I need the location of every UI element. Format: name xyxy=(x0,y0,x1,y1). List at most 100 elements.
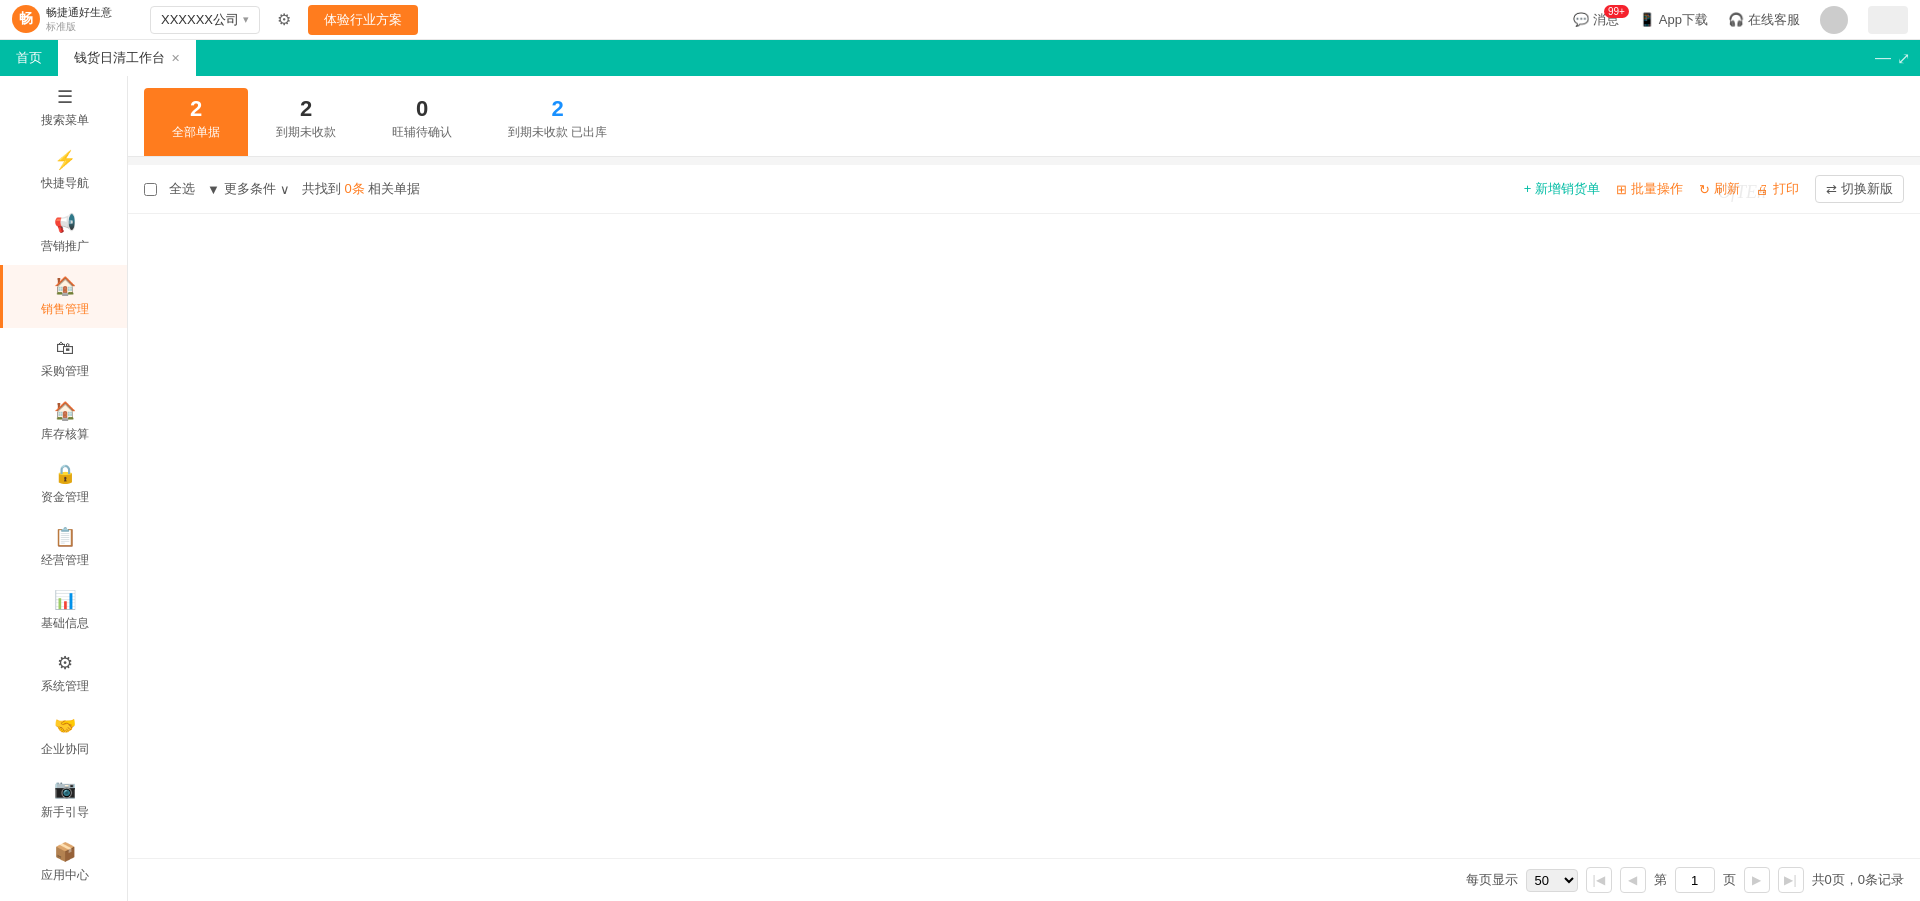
sidebar: ☰ 搜索菜单 ⚡ 快捷导航 📢 营销推广 🏠 销售管理 🛍 采购管理 🏠 库存核… xyxy=(0,76,128,901)
app-center-label: 应用中心 xyxy=(41,867,89,884)
sidebar-item-operations[interactable]: 📋 经营管理 xyxy=(0,516,127,579)
trial-button[interactable]: 体验行业方案 xyxy=(308,5,418,35)
sidebar-item-marketing[interactable]: 📢 营销推广 xyxy=(0,202,127,265)
sidebar-item-finance[interactable]: 🔒 资金管理 xyxy=(0,453,127,516)
home-tab-label: 首页 xyxy=(16,49,42,67)
page-input[interactable] xyxy=(1675,867,1715,893)
company-name: XXXXXX公司 xyxy=(161,11,239,29)
print-button[interactable]: 🖨 打印 xyxy=(1756,180,1799,198)
filter-chevron-icon: ∨ xyxy=(280,182,290,197)
stat-tab-pending[interactable]: 0 旺辅待确认 xyxy=(364,88,480,156)
avatar[interactable] xyxy=(1820,6,1848,34)
system-icon: ⚙ xyxy=(57,652,73,674)
app-download-button[interactable]: 📱 App下载 xyxy=(1639,11,1708,29)
operations-icon: 📋 xyxy=(54,526,76,548)
app-download-label: App下载 xyxy=(1659,11,1708,29)
company-selector[interactable]: XXXXXX公司 ▾ xyxy=(150,6,260,34)
stat-pending-label: 旺辅待确认 xyxy=(392,124,452,141)
found-suffix: 相关单据 xyxy=(368,181,420,196)
add-icon: + 新增销货单 xyxy=(1524,180,1600,198)
filter-button[interactable]: ▼ 更多条件 ∨ xyxy=(207,180,290,198)
quick-nav-icon: ⚡ xyxy=(54,149,76,171)
sidebar-item-guide[interactable]: 📷 新手引导 xyxy=(0,768,127,831)
cooperation-icon: 🤝 xyxy=(54,715,76,737)
maximize-icon[interactable]: ⤢ xyxy=(1897,49,1910,68)
finance-label: 资金管理 xyxy=(41,489,89,506)
print-label: 打印 xyxy=(1773,180,1799,198)
settings-button[interactable]: ⚙ xyxy=(268,4,300,36)
refresh-button[interactable]: ↻ 刷新 xyxy=(1699,180,1740,198)
online-service-button[interactable]: 🎧 在线客服 xyxy=(1728,11,1800,29)
purchase-icon: 🛍 xyxy=(56,338,74,359)
logo-text: 畅捷通好生意 xyxy=(46,5,112,19)
nav-tabs-bar: 首页 钱货日清工作台 ✕ — ⤢ xyxy=(0,40,1920,76)
stat-overdue-label: 到期未收款 xyxy=(276,124,336,141)
last-page-button[interactable]: ▶| xyxy=(1778,867,1804,893)
message-button[interactable]: 💬 消息 99+ xyxy=(1573,11,1619,29)
basic-info-label: 基础信息 xyxy=(41,615,89,632)
search-menu-icon: ☰ xyxy=(57,86,73,108)
stat-shipped-num: 2 xyxy=(552,96,564,122)
guide-icon: 📷 xyxy=(54,778,76,800)
batch-operation-button[interactable]: ⊞ 批量操作 xyxy=(1616,180,1683,198)
stats-tabs: 2 全部单据 2 到期未收款 0 旺辅待确认 2 到期未收款 已出库 xyxy=(128,76,1920,157)
stat-all-label: 全部单据 xyxy=(172,124,220,141)
sidebar-item-weixin[interactable]: 💬 企业微信 xyxy=(0,894,127,901)
sidebar-item-purchase[interactable]: 🛍 采购管理 xyxy=(0,328,127,390)
content-area: 2 全部单据 2 到期未收款 0 旺辅待确认 2 到期未收款 已出库 全选 ▼ … xyxy=(128,76,1920,901)
first-page-button[interactable]: |◀ xyxy=(1586,867,1612,893)
switch-label: 切换新版 xyxy=(1841,180,1893,198)
search-menu-label: 搜索菜单 xyxy=(41,112,89,129)
minimize-icon[interactable]: — xyxy=(1875,49,1891,67)
stat-pending-num: 0 xyxy=(416,96,428,122)
stat-tab-shipped[interactable]: 2 到期未收款 已出库 xyxy=(480,88,635,156)
system-label: 系统管理 xyxy=(41,678,89,695)
sales-icon: 🏠 xyxy=(54,275,76,297)
switch-icon: ⇄ xyxy=(1826,182,1837,197)
pagination-bar: 每页显示 50 100 200 |◀ ◀ 第 页 ▶ ▶| 共0页，0条记录 xyxy=(128,858,1920,901)
next-page-button[interactable]: ▶ xyxy=(1744,867,1770,893)
select-all-label: 全选 xyxy=(169,180,195,198)
sidebar-item-sales[interactable]: 🏠 销售管理 xyxy=(0,265,127,328)
sidebar-item-quick-nav[interactable]: ⚡ 快捷导航 xyxy=(0,139,127,202)
stat-tab-all[interactable]: 2 全部单据 xyxy=(144,88,248,156)
page-suffix: 页 xyxy=(1723,871,1736,889)
quick-nav-label: 快捷导航 xyxy=(41,175,89,192)
inventory-icon: 🏠 xyxy=(54,400,76,422)
sidebar-item-app-center[interactable]: 📦 应用中心 xyxy=(0,831,127,894)
total-info: 共0页，0条记录 xyxy=(1812,871,1904,889)
batch-label: 批量操作 xyxy=(1631,180,1683,198)
sidebar-item-inventory[interactable]: 🏠 库存核算 xyxy=(0,390,127,453)
nav-tab-actions: — ⤢ xyxy=(1865,40,1920,76)
sidebar-item-cooperation[interactable]: 🤝 企业协同 xyxy=(0,705,127,768)
sidebar-item-basic-info[interactable]: 📊 基础信息 xyxy=(0,579,127,642)
tab-home[interactable]: 首页 xyxy=(0,40,58,76)
inventory-label: 库存核算 xyxy=(41,426,89,443)
sidebar-item-search-menu[interactable]: ☰ 搜索菜单 xyxy=(0,76,127,139)
prev-page-button[interactable]: ◀ xyxy=(1620,867,1646,893)
filter-label: 更多条件 xyxy=(224,180,276,198)
cooperation-label: 企业协同 xyxy=(41,741,89,758)
per-page-select[interactable]: 50 100 200 xyxy=(1526,869,1578,892)
table-area xyxy=(128,214,1920,858)
batch-icon: ⊞ xyxy=(1616,182,1627,197)
user-name[interactable] xyxy=(1868,6,1908,34)
service-icon: 🎧 xyxy=(1728,12,1744,27)
select-all-checkbox[interactable] xyxy=(144,183,157,196)
filter-icon: ▼ xyxy=(207,182,220,197)
refresh-icon: ↻ xyxy=(1699,182,1710,197)
basic-info-icon: 📊 xyxy=(54,589,76,611)
page-label: 第 xyxy=(1654,871,1667,889)
stat-tab-overdue[interactable]: 2 到期未收款 xyxy=(248,88,364,156)
daily-work-label: 钱货日清工作台 xyxy=(74,49,165,67)
sidebar-item-system[interactable]: ⚙ 系统管理 xyxy=(0,642,127,705)
chevron-down-icon: ▾ xyxy=(243,13,249,26)
tab-daily-work[interactable]: 钱货日清工作台 ✕ xyxy=(58,40,196,76)
add-sales-button[interactable]: + 新增销货单 xyxy=(1524,180,1600,198)
close-tab-icon[interactable]: ✕ xyxy=(171,52,180,65)
marketing-icon: 📢 xyxy=(54,212,76,234)
switch-new-version-button[interactable]: ⇄ 切换新版 xyxy=(1815,175,1904,203)
header-right: 💬 消息 99+ 📱 App下载 🎧 在线客服 xyxy=(1573,6,1908,34)
stat-overdue-num: 2 xyxy=(300,96,312,122)
sales-label: 销售管理 xyxy=(41,301,89,318)
